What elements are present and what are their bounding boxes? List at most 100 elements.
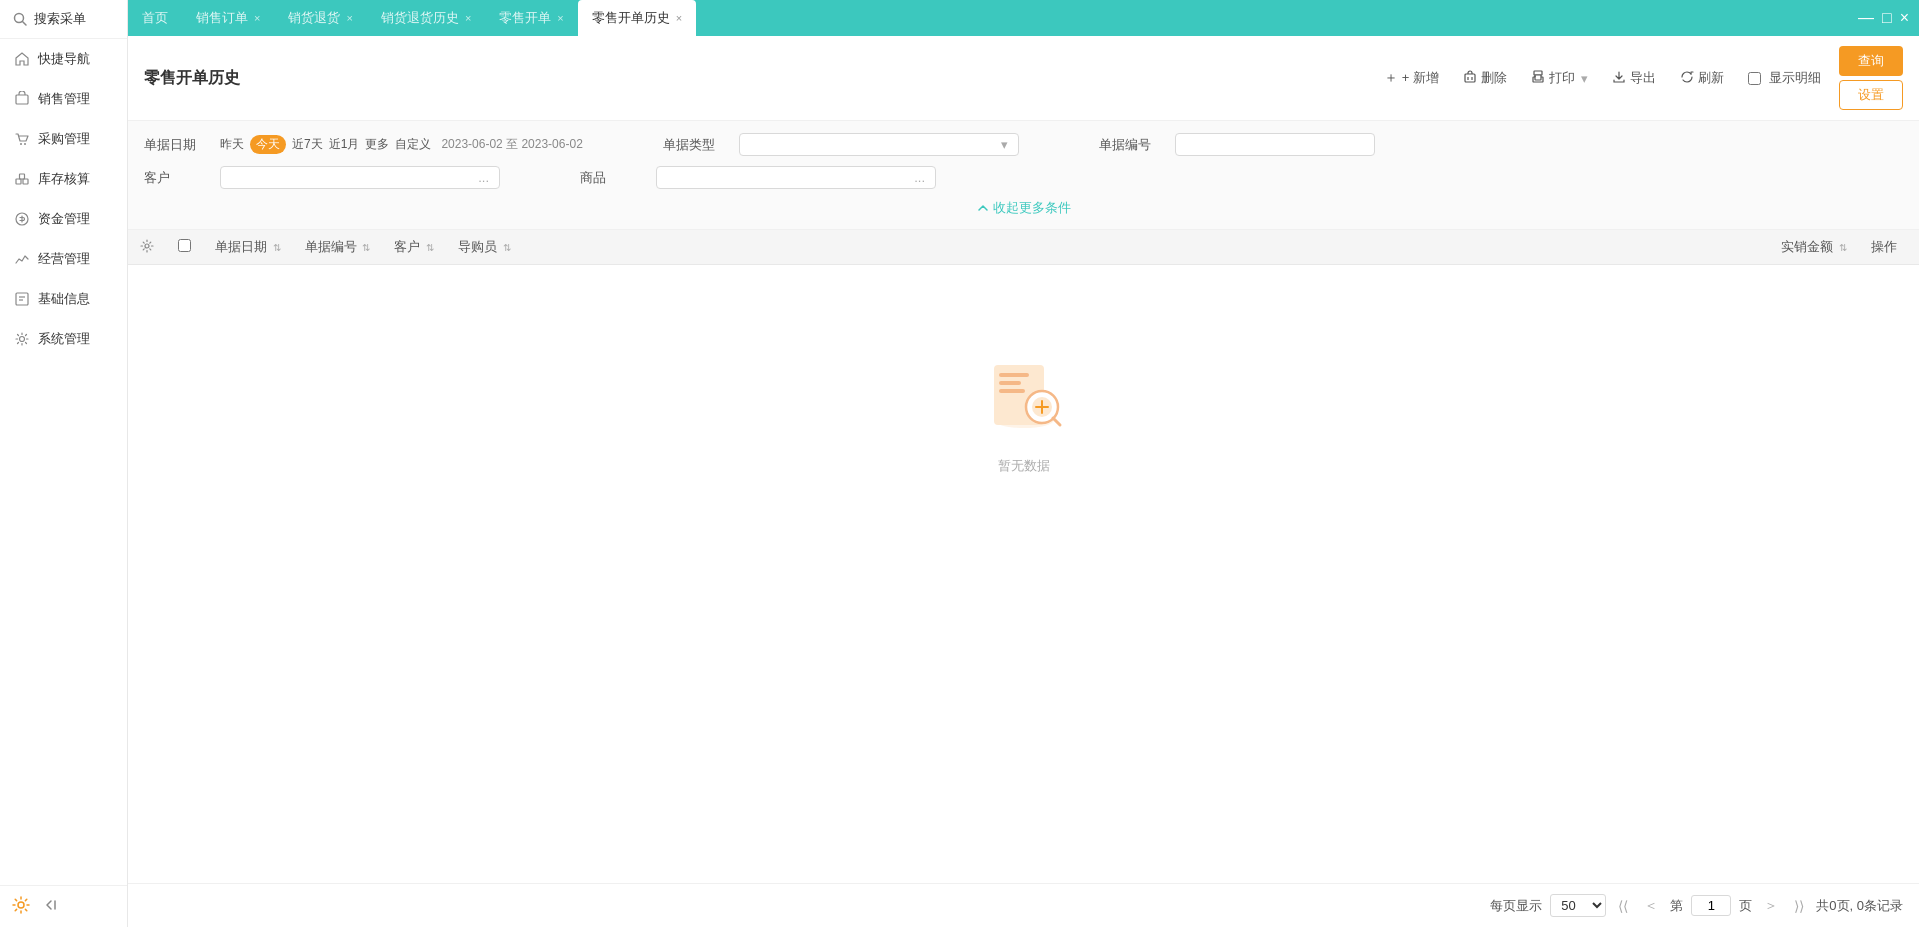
sidebar-item-purchase[interactable]: 采购管理 <box>0 119 127 159</box>
svg-point-22 <box>145 244 149 248</box>
th-number-label: 单据编号 <box>305 239 357 254</box>
sidebar-item-inventory[interactable]: 库存核算 <box>0 159 127 199</box>
first-page-btn[interactable]: ⟨⟨ <box>1614 896 1632 916</box>
th-customer-sort[interactable]: ⇅ <box>426 242 434 253</box>
th-date[interactable]: 单据日期 ⇅ <box>203 230 293 265</box>
refresh-button[interactable]: 刷新 <box>1674 65 1730 91</box>
delete-label: 删除 <box>1481 69 1507 87</box>
display-toggle[interactable]: 显示明细 <box>1742 65 1827 91</box>
th-amount[interactable]: 实销金额 ⇅ <box>1769 230 1859 265</box>
tab-sales-return-history[interactable]: 销货退货历史 × <box>367 0 485 36</box>
query-button[interactable]: 查询 <box>1839 46 1903 76</box>
th-number[interactable]: 单据编号 ⇅ <box>293 230 383 265</box>
print-icon <box>1531 70 1545 87</box>
prev-page-btn[interactable]: ＜ <box>1640 895 1662 917</box>
shortcut-today[interactable]: 今天 <box>250 135 286 154</box>
th-checkbox[interactable] <box>166 230 203 265</box>
main-area: 首页 销售订单 × 销货退货 × 销货退货历史 × 零售开单 × 零售开单历史 … <box>128 0 1919 927</box>
sidebar-search-label: 搜索采单 <box>34 10 86 28</box>
customer-dots[interactable]: ... <box>478 170 489 185</box>
home-icon <box>12 49 32 69</box>
th-customer[interactable]: 客户 ⇅ <box>382 230 446 265</box>
sidebar-item-base-info[interactable]: 基础信息 <box>0 279 127 319</box>
th-spacer <box>523 230 1770 265</box>
collapse-sidebar-icon[interactable] <box>40 896 58 917</box>
sidebar-item-sales[interactable]: 销售管理 <box>0 79 127 119</box>
tab-retail-open[interactable]: 零售开单 × <box>485 0 577 36</box>
tab-sales-return-history-close[interactable]: × <box>465 12 471 24</box>
table-head: 单据日期 ⇅ 单据编号 ⇅ 客户 ⇅ 导购员 ⇅ <box>128 230 1919 265</box>
last-page-btn[interactable]: ⟩⟩ <box>1790 896 1808 916</box>
export-button[interactable]: 导出 <box>1606 65 1662 91</box>
th-date-label: 单据日期 <box>215 239 267 254</box>
print-arrow[interactable]: ▾ <box>1581 71 1588 86</box>
toolbar: ＋ + 新增 删除 打印 ▾ <box>1378 46 1903 110</box>
print-label: 打印 <box>1549 69 1575 87</box>
tab-sales-order-label: 销售订单 <box>196 9 248 27</box>
tab-retail-history[interactable]: 零售开单历史 × <box>578 0 696 36</box>
number-input[interactable] <box>1175 133 1375 156</box>
svg-rect-26 <box>999 381 1021 385</box>
th-amount-sort[interactable]: ⇅ <box>1839 242 1847 253</box>
page-number-input[interactable]: 1 <box>1691 895 1731 916</box>
search-icon <box>12 11 28 27</box>
collapse-row: 收起更多条件 <box>144 199 1903 217</box>
shortcut-more[interactable]: 更多 <box>365 136 389 153</box>
table-container: 单据日期 ⇅ 单据编号 ⇅ 客户 ⇅ 导购员 ⇅ <box>128 230 1919 883</box>
delete-button[interactable]: 删除 <box>1457 65 1513 91</box>
data-table: 单据日期 ⇅ 单据编号 ⇅ 客户 ⇅ 导购员 ⇅ <box>128 230 1919 265</box>
sidebar-item-system[interactable]: 系统管理 <box>0 319 127 359</box>
page-title: 零售开单历史 <box>144 68 240 89</box>
add-button[interactable]: ＋ + 新增 <box>1378 65 1445 91</box>
page-label: 页 <box>1739 897 1752 915</box>
customer-filter-label: 客户 <box>144 169 200 187</box>
svg-point-13 <box>18 902 24 908</box>
tab-bar: 首页 销售订单 × 销货退货 × 销货退货历史 × 零售开单 × 零售开单历史 … <box>128 0 1919 36</box>
tab-retail-open-label: 零售开单 <box>499 9 551 27</box>
operations-icon <box>12 249 32 269</box>
print-button[interactable]: 打印 ▾ <box>1525 65 1594 91</box>
system-icon <box>12 329 32 349</box>
window-minimize[interactable]: — <box>1858 9 1874 27</box>
shortcut-7days[interactable]: 近7天 <box>292 136 323 153</box>
collapse-button[interactable]: 收起更多条件 <box>977 199 1071 217</box>
svg-rect-25 <box>999 373 1029 377</box>
goods-dots[interactable]: ... <box>914 170 925 185</box>
th-salesperson-sort[interactable]: ⇅ <box>503 242 511 253</box>
tab-sales-order-close[interactable]: × <box>254 12 260 24</box>
sidebar-item-operations[interactable]: 经营管理 <box>0 239 127 279</box>
per-page-select[interactable]: 10 20 50 100 <box>1550 894 1606 917</box>
type-select[interactable]: ▾ <box>739 133 1019 156</box>
svg-rect-7 <box>20 174 25 179</box>
th-settings[interactable] <box>128 230 166 265</box>
svg-rect-15 <box>1465 74 1475 82</box>
shortcut-1month[interactable]: 近1月 <box>329 136 360 153</box>
next-page-btn[interactable]: ＞ <box>1760 895 1782 917</box>
tab-sales-order[interactable]: 销售订单 × <box>182 0 274 36</box>
tab-sales-return-close[interactable]: × <box>346 12 352 24</box>
tab-retail-history-close[interactable]: × <box>676 12 682 24</box>
tab-sales-return[interactable]: 销货退货 × <box>274 0 366 36</box>
window-close[interactable]: × <box>1900 9 1909 27</box>
tab-home[interactable]: 首页 <box>128 0 182 36</box>
shortcut-yesterday[interactable]: 昨天 <box>220 136 244 153</box>
settings-bottom-icon[interactable] <box>12 896 30 917</box>
display-checkbox[interactable] <box>1748 72 1761 85</box>
th-date-sort[interactable]: ⇅ <box>273 242 281 253</box>
th-number-sort[interactable]: ⇅ <box>362 242 370 253</box>
inventory-icon <box>12 169 32 189</box>
sales-icon <box>12 89 32 109</box>
refresh-label: 刷新 <box>1698 69 1724 87</box>
tab-retail-open-close[interactable]: × <box>557 12 563 24</box>
sidebar-item-quick-nav[interactable]: 快捷导航 <box>0 39 127 79</box>
content-area: 零售开单历史 ＋ + 新增 删除 打印 ▾ <box>128 36 1919 927</box>
window-maximize[interactable]: □ <box>1882 9 1892 27</box>
sidebar-item-finance[interactable]: 资金管理 <box>0 199 127 239</box>
sidebar-search[interactable]: 搜索采单 <box>0 0 127 39</box>
shortcut-custom[interactable]: 自定义 <box>395 136 431 153</box>
th-salesperson[interactable]: 导购员 ⇅ <box>446 230 523 265</box>
select-all-checkbox[interactable] <box>178 239 191 252</box>
setting-button[interactable]: 设置 <box>1839 80 1903 110</box>
th-actions: 操作 <box>1859 230 1919 265</box>
page-word: 第 <box>1670 897 1683 915</box>
